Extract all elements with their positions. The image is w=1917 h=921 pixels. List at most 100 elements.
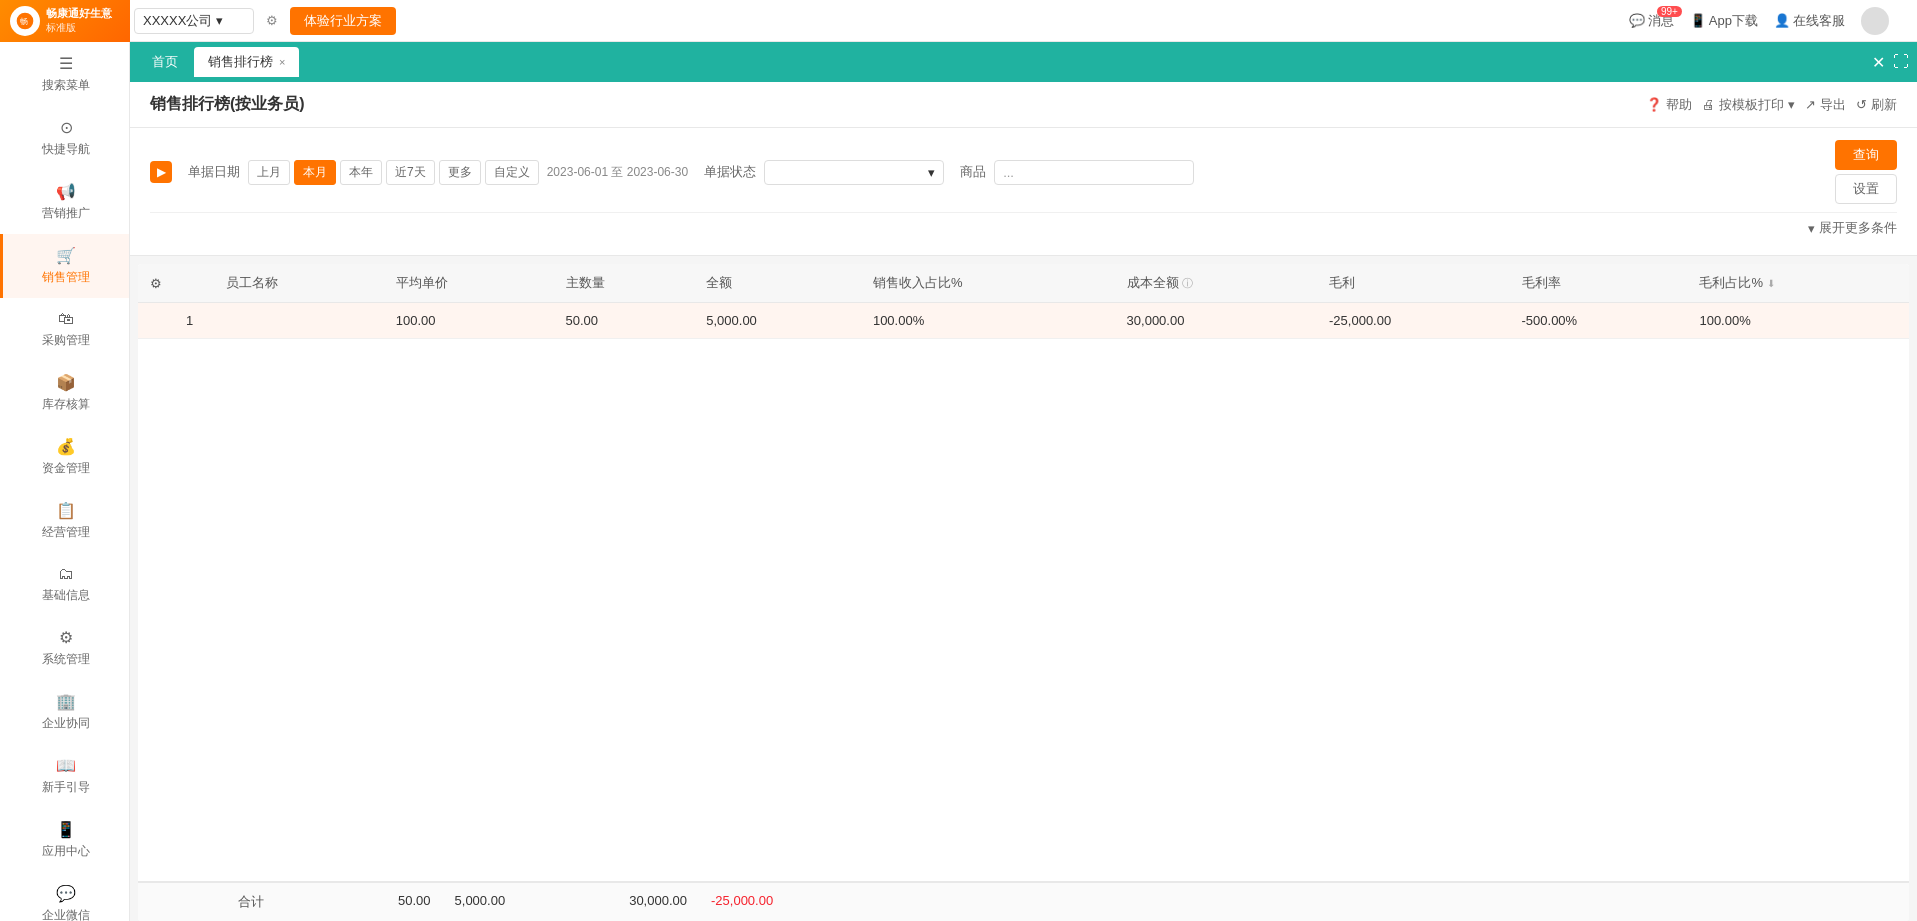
date-btn-this-month[interactable]: 本月	[294, 160, 336, 185]
sidebar-item-search[interactable]: ☰ 搜索菜单	[0, 42, 129, 106]
sidebar-item-inventory[interactable]: 📦 库存核算	[0, 361, 129, 425]
cell-amount: 5,000.00	[694, 303, 861, 339]
sidebar-item-label: 采购管理	[42, 332, 90, 349]
sidebar-item-marketing[interactable]: 📢 营销推广	[0, 170, 129, 234]
tab-home-label: 首页	[152, 53, 178, 71]
sidebar-item-sales[interactable]: 🛒 销售管理	[0, 234, 129, 298]
footer-label: 合计	[226, 893, 306, 911]
message-button[interactable]: 💬 消息 99+	[1629, 12, 1674, 30]
settings-gear-icon[interactable]: ⚙	[262, 9, 282, 32]
guide-icon: 📖	[56, 756, 76, 775]
sidebar-item-guide[interactable]: 📖 新手引导	[0, 744, 129, 808]
online-service-button[interactable]: 👤 在线客服	[1774, 12, 1845, 30]
sidebar-item-apps[interactable]: 📱 应用中心	[0, 808, 129, 872]
sidebar-item-quick-nav[interactable]: ⊙ 快捷导航	[0, 106, 129, 170]
template-print-button[interactable]: 🖨 按模板打印 ▾	[1702, 96, 1795, 114]
sidebar-item-purchase[interactable]: 🛍 采购管理	[0, 298, 129, 361]
query-button[interactable]: 查询	[1835, 140, 1897, 170]
setting-button[interactable]: 设置	[1835, 174, 1897, 204]
tab-maximize-icon[interactable]: ⛶	[1893, 53, 1909, 71]
company-selector[interactable]: XXXXX公司 ▾	[134, 8, 254, 34]
sidebar-item-basic[interactable]: 🗂 基础信息	[0, 553, 129, 616]
goods-select[interactable]: ...	[994, 160, 1194, 185]
tab-close-icon[interactable]: ×	[279, 56, 285, 68]
template-print-label: 按模板打印	[1719, 96, 1784, 114]
trial-button[interactable]: 体验行业方案	[290, 7, 396, 35]
tab-home[interactable]: 首页	[138, 47, 192, 77]
date-buttons: 上月 本月 本年 近7天 更多 自定义	[248, 160, 539, 185]
content-area: 首页 销售排行榜 × ✕ ⛶ 销售排行榜(按业务员)	[130, 42, 1917, 921]
sidebar-item-label: 销售管理	[42, 269, 90, 286]
tab-close-window-icon[interactable]: ✕	[1872, 53, 1885, 72]
expand-more-button[interactable]: ▾ 展开更多条件	[1808, 219, 1897, 237]
basic-info-icon: 🗂	[58, 565, 74, 583]
export-button[interactable]: ↗ 导出	[1805, 96, 1846, 114]
tab-actions: ✕ ⛶	[1872, 53, 1909, 72]
cell-sales-pct: 100.00%	[861, 303, 1115, 339]
cell-employee	[214, 303, 384, 339]
refresh-icon: ↺	[1856, 97, 1867, 112]
sidebar-item-label: 新手引导	[42, 779, 90, 796]
sidebar-item-label: 基础信息	[42, 587, 90, 604]
app-download-button[interactable]: 📱 App下载	[1690, 12, 1758, 30]
status-filter-label: 单据状态	[704, 163, 756, 181]
sidebar-item-label: 企业协同	[42, 715, 90, 732]
table-row: 1 100.00 50.00 5,000.00 100.00% 30,000.0…	[138, 303, 1909, 339]
sidebar-item-operations[interactable]: 📋 经营管理	[0, 489, 129, 553]
col-avg-price: 平均单价	[384, 264, 554, 303]
col-gross-pct: 毛利占比% ⬇	[1687, 264, 1909, 303]
date-btn-7days[interactable]: 近7天	[386, 160, 435, 185]
filter-area: ▶ 单据日期 上月 本月 本年 近7天 更多 自定义	[130, 128, 1917, 256]
filter-row: ▶ 单据日期 上月 本月 本年 近7天 更多 自定义	[150, 140, 1897, 204]
goods-filter-label: 商品	[960, 163, 986, 181]
footer-cost: 30,000.00	[617, 893, 699, 911]
sidebar-item-label: 企业微信	[42, 907, 90, 921]
sidebar-item-label: 库存核算	[42, 396, 90, 413]
sidebar: ☰ 搜索菜单 ⊙ 快捷导航 📢 营销推广 🛒 销售管理 🛍 采购管理 📦 库	[0, 42, 130, 921]
sidebar-item-label: 快捷导航	[42, 141, 90, 158]
cost-info-icon[interactable]: ⓘ	[1182, 277, 1193, 289]
date-btn-last-month[interactable]: 上月	[248, 160, 290, 185]
cell-gross-rate: -500.00%	[1510, 303, 1688, 339]
page-header: 销售排行榜(按业务员) ❓ 帮助 🖨 按模板打印 ▾ ↗	[130, 82, 1917, 128]
filter-arrow-button[interactable]: ▶	[150, 161, 172, 183]
quick-nav-icon: ⊙	[60, 118, 73, 137]
logo-text: 畅康通好生意 标准版	[46, 6, 112, 35]
sidebar-item-enterprise[interactable]: 🏢 企业协同	[0, 680, 129, 744]
apps-icon: 📱	[56, 820, 76, 839]
column-settings-icon[interactable]: ⚙	[150, 276, 162, 291]
cell-gross: -25,000.00	[1317, 303, 1509, 339]
logo-area: 畅 畅康通好生意 标准版	[0, 0, 130, 42]
gross-pct-sort-icon[interactable]: ⬇	[1767, 278, 1775, 289]
col-settings[interactable]: ⚙	[138, 264, 174, 303]
col-gross: 毛利	[1317, 264, 1509, 303]
sidebar-item-label: 搜索菜单	[42, 77, 90, 94]
avatar[interactable]	[1861, 7, 1889, 35]
inventory-icon: 📦	[56, 373, 76, 392]
footer-cells: 合计 50.00 5,000.00 30,000.00 -25,000.00	[150, 893, 1897, 911]
top-bar: 畅 畅康通好生意 标准版 XXXXX公司 ▾ ⚙ 体验行业方案 💬 消息 99+…	[0, 0, 1917, 42]
company-name: XXXXX公司	[143, 12, 212, 30]
refresh-button[interactable]: ↺ 刷新	[1856, 96, 1897, 114]
status-select[interactable]: ▾	[764, 160, 944, 185]
download-icon: 📱	[1690, 13, 1706, 28]
sidebar-item-finance[interactable]: 💰 资金管理	[0, 425, 129, 489]
date-btn-more[interactable]: 更多	[439, 160, 481, 185]
expand-label: 展开更多条件	[1819, 219, 1897, 237]
sidebar-item-system[interactable]: ⚙ 系统管理	[0, 616, 129, 680]
print-dropdown-icon: ▾	[1788, 97, 1795, 112]
operations-icon: 📋	[56, 501, 76, 520]
date-btn-custom[interactable]: 自定义	[485, 160, 539, 185]
system-icon: ⚙	[59, 628, 73, 647]
page-actions: ❓ 帮助 🖨 按模板打印 ▾ ↗ 导出 ↺	[1646, 96, 1897, 114]
cell-cost: 30,000.00	[1115, 303, 1317, 339]
cell-rank: 1	[174, 303, 214, 339]
tab-sales-ranking[interactable]: 销售排行榜 ×	[194, 47, 299, 77]
date-btn-this-year[interactable]: 本年	[340, 160, 382, 185]
export-label: 导出	[1820, 96, 1846, 114]
help-button[interactable]: ❓ 帮助	[1646, 96, 1692, 114]
marketing-icon: 📢	[56, 182, 76, 201]
app-download-label: App下载	[1709, 12, 1758, 30]
help-label: 帮助	[1666, 96, 1692, 114]
sidebar-item-wechat[interactable]: 💬 企业微信	[0, 872, 129, 921]
